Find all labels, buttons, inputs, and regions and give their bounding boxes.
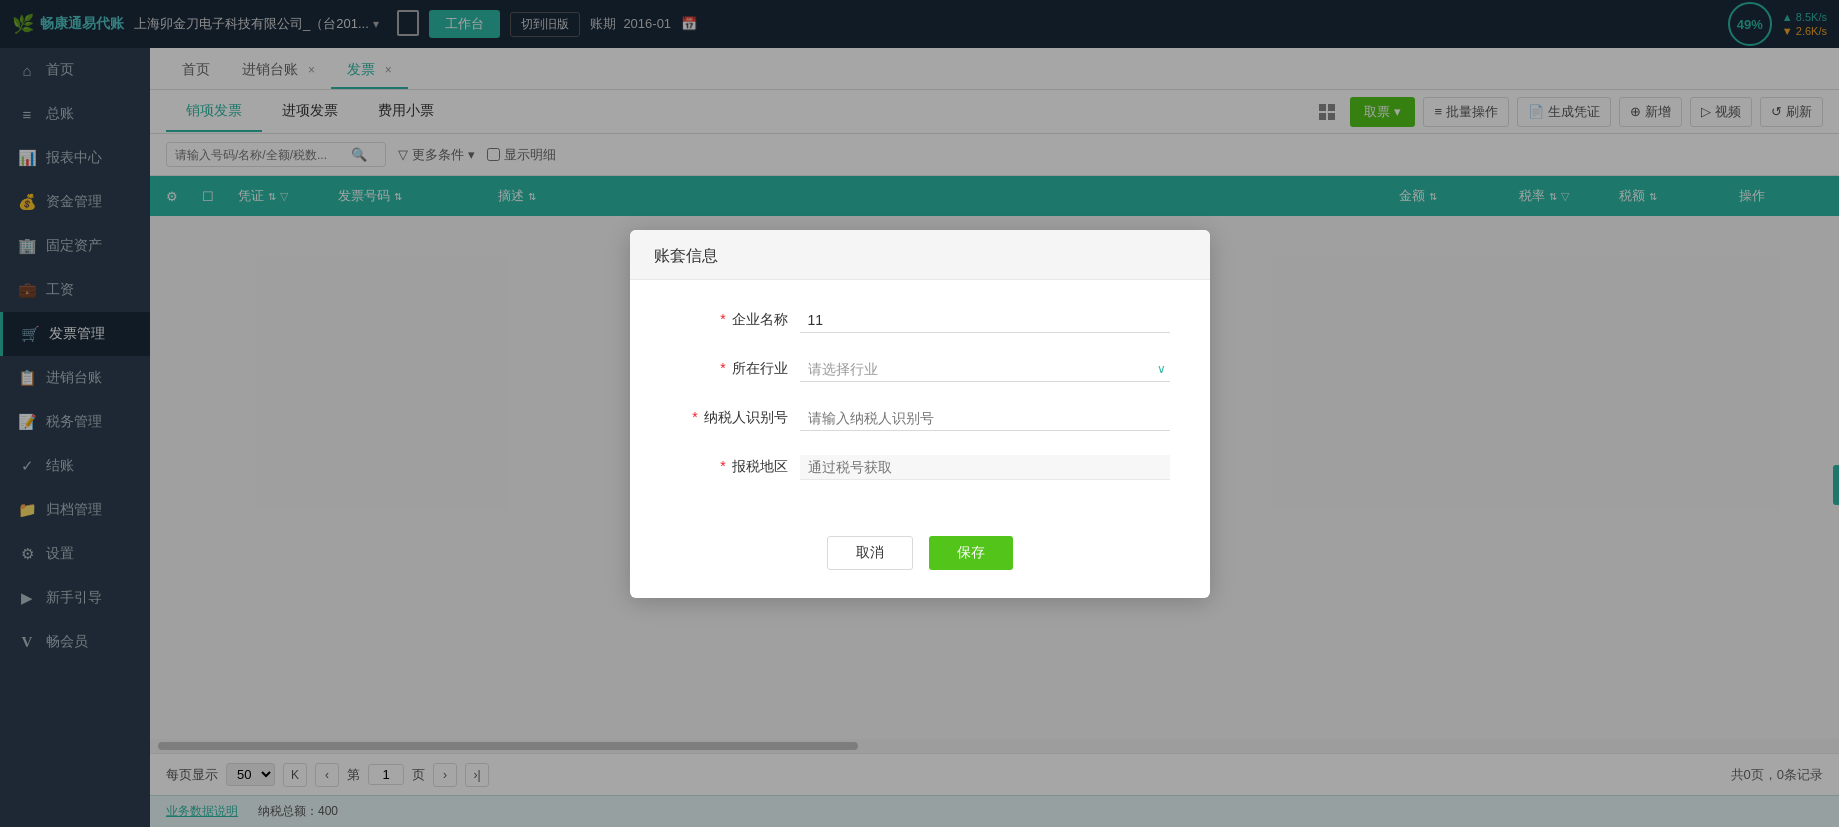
- tax-region-label: * 报税地区: [670, 458, 800, 476]
- required-star: *: [720, 311, 725, 327]
- modal-overlay: 账套信息 * 企业名称 * 所在行业: [150, 48, 1839, 827]
- save-button[interactable]: 保存: [929, 536, 1013, 570]
- modal-title: 账套信息: [630, 230, 1210, 280]
- form-row-tax-region: * 报税地区: [670, 455, 1170, 480]
- industry-label: * 所在行业: [670, 360, 800, 378]
- industry-select[interactable]: 请选择行业: [800, 357, 1170, 381]
- form-row-company-name: * 企业名称: [670, 308, 1170, 333]
- modal-footer: 取消 保存: [630, 528, 1210, 598]
- tax-id-input[interactable]: [800, 406, 1170, 431]
- main-layout: ⌂ 首页 ≡ 总账 📊 报表中心 💰 资金管理 🏢 固定资产 💼 工资 🛒 发票…: [0, 48, 1839, 827]
- tax-id-label: * 纳税人识别号: [670, 409, 800, 427]
- form-row-tax-id: * 纳税人识别号: [670, 406, 1170, 431]
- required-star-industry: *: [720, 360, 725, 376]
- account-info-modal: 账套信息 * 企业名称 * 所在行业: [630, 230, 1210, 598]
- industry-select-wrapper[interactable]: 请选择行业 ∨: [800, 357, 1170, 382]
- cancel-button[interactable]: 取消: [827, 536, 913, 570]
- tax-region-input: [800, 455, 1170, 480]
- company-name-label: * 企业名称: [670, 311, 800, 329]
- required-star-tax-id: *: [692, 409, 697, 425]
- required-star-tax-region: *: [720, 458, 725, 474]
- company-name-input[interactable]: [800, 308, 1170, 333]
- modal-body: * 企业名称 * 所在行业 请选择行业: [630, 280, 1210, 528]
- form-row-industry: * 所在行业 请选择行业 ∨: [670, 357, 1170, 382]
- main-content: 首页 进销台账 × 发票 × 销项发票 进项发票 费用小票: [150, 48, 1839, 827]
